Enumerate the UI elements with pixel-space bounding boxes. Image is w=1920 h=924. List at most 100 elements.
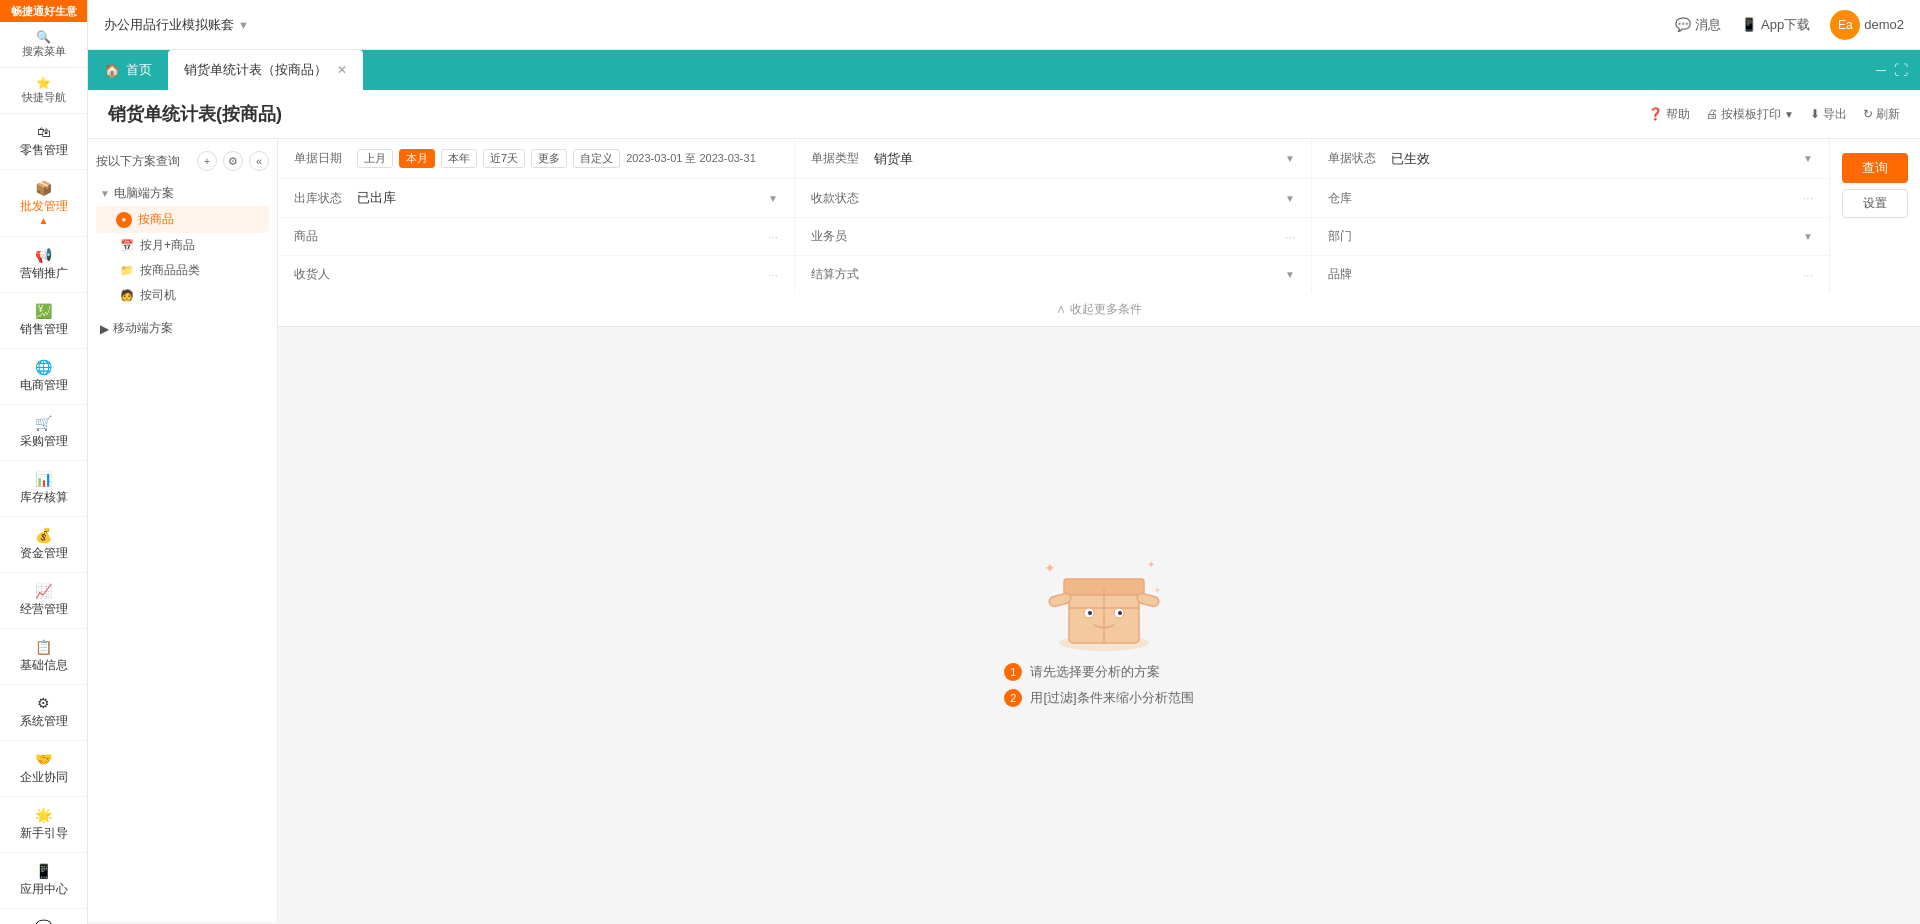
empty-state: ✦ ✦ ✦ 1 请先选择要分析的方案 2 [984, 463, 1213, 787]
search-menu-icon: 🔍 [6, 30, 81, 44]
consignee-dots[interactable]: ··· [768, 268, 778, 282]
filter-area: 单据日期 上月 本月 本年 近7天 更多 自定义 2023-03-01 至 20… [278, 139, 1920, 327]
empty-steps: 1 请先选择要分析的方案 2 用[过滤]条件来缩小分析范围 [1004, 663, 1193, 707]
receipt-status-select[interactable]: ▼ [874, 193, 1295, 204]
sidebar-item-finance[interactable]: 💰 资金管理 [0, 517, 87, 573]
export-icon: ⬇ [1810, 107, 1820, 121]
brand-dots[interactable]: ··· [1803, 268, 1813, 282]
filter-cell-payment-method: 结算方式 ▼ [795, 256, 1312, 293]
app-download-btn[interactable]: 📱 App下载 [1741, 16, 1810, 34]
retail-icon: 🛍 [37, 124, 51, 140]
sidebar-item-wechat[interactable]: 💬 企业微信 [0, 909, 87, 924]
sidebar-item-wholesale[interactable]: 📦 批发管理 ▲ [0, 170, 87, 237]
scheme-group-pc-header[interactable]: ▼ 电脑端方案 [96, 181, 269, 206]
scheme-panel-header: 按以下方案查询 + ⚙ « [96, 151, 269, 171]
query-btn[interactable]: 查询 [1842, 153, 1908, 183]
step-2-text: 用[过滤]条件来缩小分析范围 [1030, 689, 1193, 707]
main-area: 办公用品行业模拟账套 ▼ 💬 消息 📱 App下载 Ea demo2 🏠 [88, 0, 1920, 924]
refresh-btn[interactable]: ↻ 刷新 [1863, 106, 1900, 123]
salesperson-dots[interactable]: ··· [1285, 230, 1295, 244]
tab-sales-stat[interactable]: 销货单统计表（按商品） ✕ [168, 50, 363, 90]
by-cashier-label: 按司机 [140, 287, 176, 304]
sidebar-item-ecommerce[interactable]: 🌐 电商管理 [0, 349, 87, 405]
warehouse-input[interactable]: ··· [1391, 191, 1813, 205]
payment-method-select[interactable]: ▼ [874, 269, 1295, 280]
scheme-panel-title: 按以下方案查询 [96, 153, 180, 170]
topbar-left: 办公用品行业模拟账套 ▼ [104, 16, 249, 34]
tab-home[interactable]: 🏠 首页 [88, 50, 168, 90]
filter-with-actions: 单据日期 上月 本月 本年 近7天 更多 自定义 2023-03-01 至 20… [278, 139, 1920, 293]
refresh-icon: ↻ [1863, 107, 1873, 121]
out-status-select[interactable]: 已出库 ▼ [357, 189, 778, 207]
collapse-bar[interactable]: ∧ 收起更多条件 [278, 293, 1920, 326]
finance-icon: 💰 [35, 527, 52, 543]
sidebar-item-app-center[interactable]: 📱 应用中心 [0, 853, 87, 909]
sidebar-item-guide[interactable]: 🌟 新手引导 [0, 797, 87, 853]
salesperson-label: 业务员 [811, 228, 866, 245]
help-btn[interactable]: ❓ 帮助 [1648, 106, 1690, 123]
sidebar-item-sales[interactable]: 💹 销售管理 [0, 293, 87, 349]
date-btn-more[interactable]: 更多 [531, 149, 567, 168]
sidebar-item-retail[interactable]: 🛍 零售管理 [0, 114, 87, 170]
sidebar-item-basic[interactable]: 📋 基础信息 [0, 629, 87, 685]
sidebar-item-quick-nav[interactable]: ⭐ 快捷导航 [0, 68, 87, 114]
sidebar-label-sales: 销售管理 [20, 321, 68, 338]
message-btn[interactable]: 💬 消息 [1675, 16, 1721, 34]
scheme-group-mobile-header[interactable]: ▶ 移动端方案 [96, 316, 269, 341]
salesperson-input[interactable]: ··· [874, 230, 1295, 244]
scheme-collapse-btn[interactable]: « [249, 151, 269, 171]
bill-type-select[interactable]: 销货单 ▼ [874, 150, 1295, 168]
sidebar-item-purchase[interactable]: 🛒 采购管理 [0, 405, 87, 461]
industry-dropdown-icon: ▼ [238, 19, 249, 31]
filter-cell-bill-type: 单据类型 销货单 ▼ [795, 139, 1312, 178]
bill-type-value: 销货单 [874, 150, 1281, 168]
inventory-icon: 📊 [35, 471, 52, 487]
filter-cell-bill-status: 单据状态 已生效 ▼ [1312, 139, 1829, 178]
enterprise-icon: 🤝 [35, 751, 52, 767]
filter-cell-brand: 品牌 ··· [1312, 256, 1829, 293]
sidebar-item-enterprise[interactable]: 🤝 企业协同 [0, 741, 87, 797]
tab-sales-stat-close[interactable]: ✕ [337, 63, 347, 77]
sidebar-label-wholesale: 批发管理 [20, 198, 68, 215]
scheme-item-by-goods-category[interactable]: 📁 按商品品类 [96, 258, 269, 283]
out-status-dropdown-icon: ▼ [768, 193, 778, 204]
tabs-bar: 🏠 首页 销货单统计表（按商品） ✕ ─ ⛶ [88, 50, 1920, 90]
date-btn-custom[interactable]: 自定义 [573, 149, 620, 168]
step-2-num: 2 [1004, 689, 1022, 707]
filter-cell-goods: 商品 ··· [278, 218, 795, 255]
sidebar-item-inventory[interactable]: 📊 库存核算 [0, 461, 87, 517]
sidebar-item-marketing[interactable]: 📢 营销推广 [0, 237, 87, 293]
topbar: 办公用品行业模拟账套 ▼ 💬 消息 📱 App下载 Ea demo2 [88, 0, 1920, 50]
consignee-input[interactable]: ··· [357, 268, 778, 282]
sidebar-label-operations: 经营管理 [20, 601, 68, 618]
date-btn-last-month[interactable]: 上月 [357, 149, 393, 168]
bill-status-select[interactable]: 已生效 ▼ [1391, 150, 1813, 168]
settings-btn[interactable]: 设置 [1842, 189, 1908, 218]
scheme-add-btn[interactable]: + [197, 151, 217, 171]
sidebar-item-search-menu[interactable]: 🔍 搜索菜单 [0, 22, 87, 68]
date-btn-this-month[interactable]: 本月 [399, 149, 435, 168]
filter-row-3: 商品 ··· 业务员 [278, 218, 1829, 256]
sidebar-label-search: 搜索菜单 [6, 44, 81, 59]
scheme-item-by-month-goods[interactable]: 📅 按月+商品 [96, 233, 269, 258]
user-menu[interactable]: Ea demo2 [1830, 10, 1904, 40]
brand-input[interactable]: ··· [1391, 268, 1813, 282]
scheme-item-by-goods[interactable]: ● 按商品 [96, 206, 269, 233]
industry-selector[interactable]: 办公用品行业模拟账套 ▼ [104, 16, 249, 34]
window-minimize-btn[interactable]: ─ [1876, 62, 1886, 78]
scheme-item-by-cashier[interactable]: 🧑 按司机 [96, 283, 269, 308]
department-select[interactable]: ▼ [1391, 231, 1813, 242]
scheme-settings-btn[interactable]: ⚙ [223, 151, 243, 171]
wholesale-icon: 📦 [35, 180, 52, 196]
template-print-btn[interactable]: 🖨 按模板打印 ▼ [1706, 106, 1794, 123]
wechat-icon: 💬 [35, 919, 52, 924]
goods-input[interactable]: ··· [357, 230, 778, 244]
date-btn-7days[interactable]: 近7天 [483, 149, 525, 168]
sidebar-item-system[interactable]: ⚙ 系统管理 [0, 685, 87, 741]
warehouse-dots[interactable]: ··· [1803, 191, 1813, 205]
sidebar-item-operations[interactable]: 📈 经营管理 [0, 573, 87, 629]
window-maximize-btn[interactable]: ⛶ [1894, 62, 1908, 78]
date-btn-this-year[interactable]: 本年 [441, 149, 477, 168]
goods-dots[interactable]: ··· [768, 230, 778, 244]
export-btn[interactable]: ⬇ 导出 [1810, 106, 1847, 123]
